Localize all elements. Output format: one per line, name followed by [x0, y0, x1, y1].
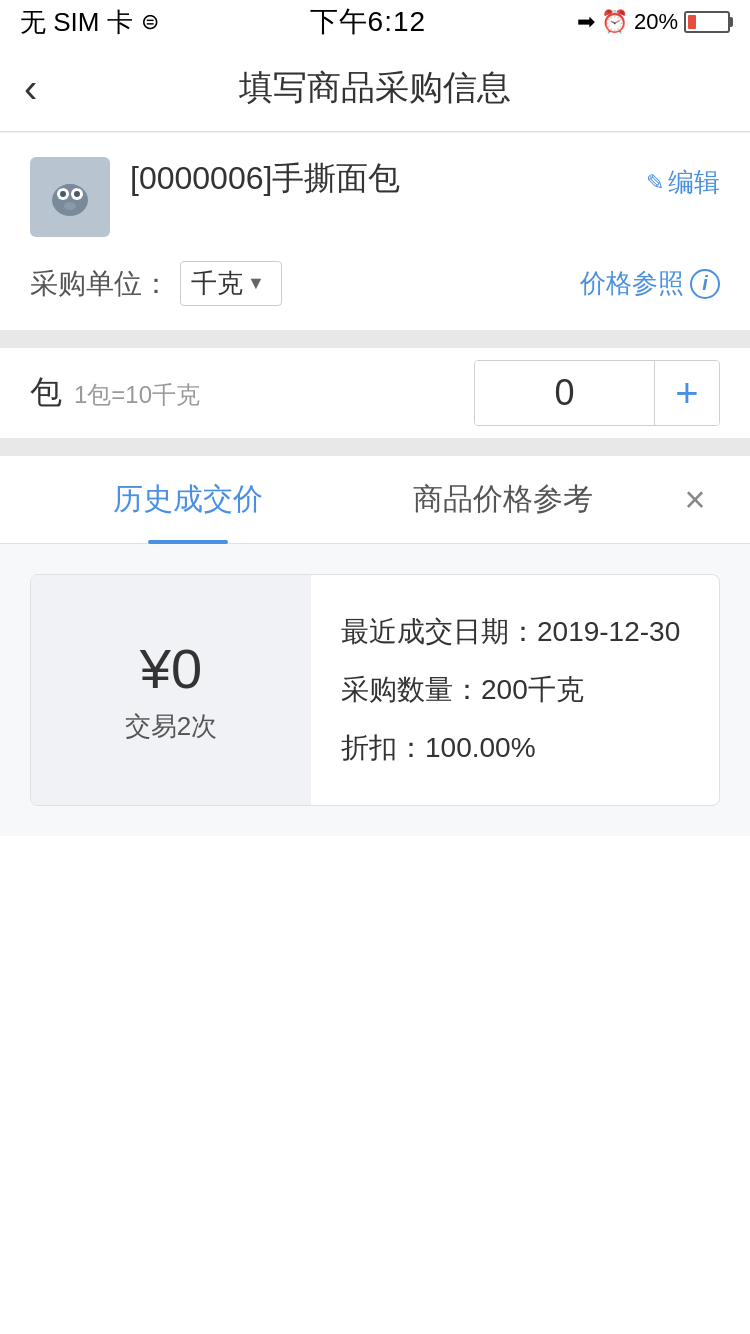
status-time: 下午6:12	[310, 3, 427, 41]
back-button[interactable]: ‹	[24, 68, 37, 108]
quantity-control[interactable]: 0 +	[474, 360, 720, 426]
bottom-space	[0, 836, 750, 1334]
product-name-block: [0000006]手撕面包	[130, 157, 400, 201]
price-ref-label: 价格参照	[580, 266, 684, 301]
discount-label: 折扣：	[341, 732, 425, 763]
purchase-quantity-row: 采购数量：200千克	[341, 669, 689, 711]
tabs-content: ¥0 交易2次 最近成交日期：2019-12-30 采购数量：200千克 折扣：…	[0, 544, 750, 836]
discount-value: 100.00%	[425, 732, 536, 763]
quantity-row: 包 1包=10千克 0 +	[0, 348, 750, 438]
history-transaction-count: 交易2次	[125, 709, 217, 744]
product-section: [0000006]手撕面包 ✎ 编辑 采购单位： 千克 ▼ 价格参照 i	[0, 133, 750, 330]
tab-history-price[interactable]: 历史成交价	[30, 456, 345, 544]
tab-panel-close-button[interactable]: ×	[670, 475, 720, 525]
page-title: 填写商品采购信息	[239, 65, 511, 111]
unit-left: 采购单位： 千克 ▼	[30, 261, 282, 306]
history-card: ¥0 交易2次 最近成交日期：2019-12-30 采购数量：200千克 折扣：…	[30, 574, 720, 806]
info-icon: i	[690, 269, 720, 299]
quantity-plus-button[interactable]: +	[655, 361, 719, 425]
product-unit-row: 采购单位： 千克 ▼ 价格参照 i	[30, 261, 720, 306]
latest-date-value: 2019-12-30	[537, 616, 680, 647]
edit-label: 编辑	[668, 165, 720, 200]
battery-percent: 20%	[634, 9, 678, 35]
edit-button[interactable]: ✎ 编辑	[646, 157, 720, 200]
tabs-header: 历史成交价 商品价格参考 ×	[0, 456, 750, 544]
product-info: [0000006]手撕面包	[30, 157, 400, 237]
purchase-qty-label: 采购数量：	[341, 674, 481, 705]
battery-fill	[688, 15, 696, 29]
edit-icon: ✎	[646, 170, 664, 196]
svg-point-3	[60, 191, 66, 197]
status-right: ➡ ⏰ 20%	[577, 9, 730, 35]
wifi-icon: ⊜	[141, 9, 159, 35]
dropdown-arrow-icon: ▼	[247, 273, 265, 294]
battery-indicator	[684, 11, 730, 33]
tab-active-underline	[148, 540, 228, 544]
unit-select-dropdown[interactable]: 千克 ▼	[180, 261, 282, 306]
nav-bar: ‹ 填写商品采购信息	[0, 44, 750, 132]
product-thumbnail	[30, 157, 110, 237]
section-divider	[0, 330, 750, 348]
product-logo-icon	[45, 172, 95, 222]
svg-point-0	[52, 184, 88, 216]
product-header: [0000006]手撕面包 ✎ 编辑	[30, 157, 720, 237]
discount-row: 折扣：100.00%	[341, 727, 689, 769]
quantity-input[interactable]: 0	[475, 361, 655, 425]
latest-date-row: 最近成交日期：2019-12-30	[341, 611, 689, 653]
svg-point-4	[74, 191, 80, 197]
tabs-panel: 历史成交价 商品价格参考 × ¥0 交易2次 最近成交日期：2019-12-30…	[0, 456, 750, 836]
quantity-label: 包 1包=10千克	[30, 371, 200, 415]
carrier-label: 无 SIM 卡	[20, 5, 133, 40]
history-price-left: ¥0 交易2次	[31, 575, 311, 805]
section-divider-2	[0, 438, 750, 456]
purchase-qty-value: 200千克	[481, 674, 584, 705]
package-conversion-label: 1包=10千克	[74, 379, 200, 411]
tab-price-ref-label: 商品价格参考	[413, 479, 593, 520]
price-reference-button[interactable]: 价格参照 i	[580, 266, 720, 301]
product-id: [0000006]手撕面包	[130, 152, 400, 196]
unit-value: 千克	[191, 266, 243, 301]
status-bar: 无 SIM 卡 ⊜ 下午6:12 ➡ ⏰ 20%	[0, 0, 750, 44]
tab-history-label: 历史成交价	[113, 479, 263, 520]
tab-price-reference[interactable]: 商品价格参考	[345, 456, 660, 544]
history-price-value: ¥0	[140, 636, 202, 701]
svg-point-5	[64, 202, 76, 210]
history-details-right: 最近成交日期：2019-12-30 采购数量：200千克 折扣：100.00%	[311, 575, 719, 805]
battery-body	[684, 11, 730, 33]
alarm-icon: ⏰	[601, 9, 628, 35]
latest-date-label: 最近成交日期：	[341, 616, 537, 647]
unit-label: 采购单位：	[30, 265, 170, 303]
location-icon: ➡	[577, 9, 595, 35]
status-carrier: 无 SIM 卡 ⊜	[20, 5, 159, 40]
package-unit-label: 包	[30, 371, 62, 415]
